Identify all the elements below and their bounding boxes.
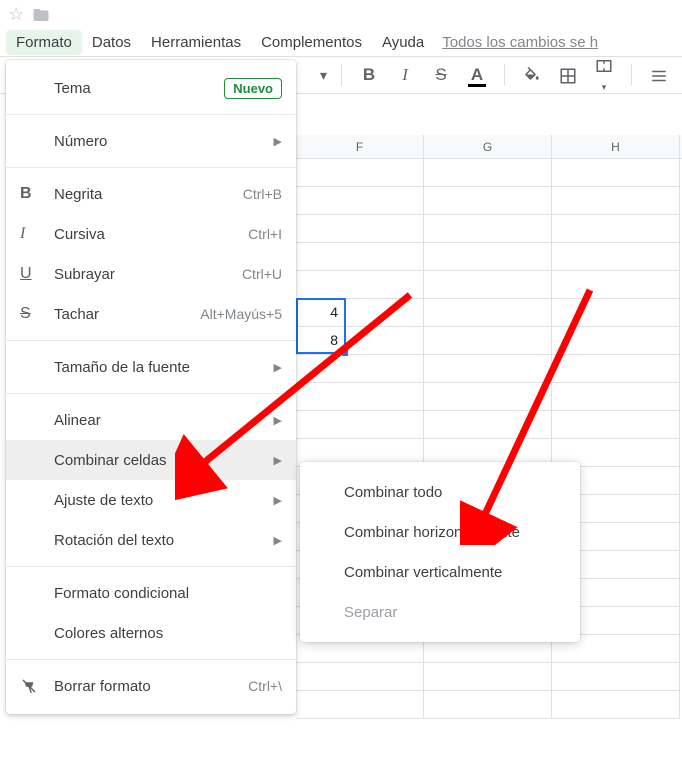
menu-ayuda[interactable]: Ayuda: [372, 30, 434, 55]
save-status[interactable]: Todos los cambios se h: [442, 34, 598, 51]
menu-label: Borrar formato: [54, 678, 248, 695]
shortcut: Ctrl+U: [242, 266, 282, 282]
merge-horizontal[interactable]: Combinar horizontalmente: [300, 512, 580, 552]
col-header[interactable]: F: [296, 135, 424, 158]
menu-label: Cursiva: [54, 226, 248, 243]
col-header[interactable]: G: [424, 135, 552, 158]
menu-label: Alinear: [54, 412, 266, 429]
menubar: Formato Datos Herramientas Complementos …: [0, 28, 682, 56]
toolbar-dropdown-icon[interactable]: ▾: [320, 67, 327, 84]
menu-numero[interactable]: Número ▶: [6, 121, 296, 161]
italic-button[interactable]: I: [392, 65, 418, 85]
menu-label: Ajuste de texto: [54, 492, 266, 509]
menu-herramientas[interactable]: Herramientas: [141, 30, 251, 55]
cell-value: 4: [298, 300, 344, 328]
menu-label: Rotación del texto: [54, 532, 266, 549]
menu-label: Colores alternos: [54, 625, 282, 642]
menu-tachar[interactable]: S Tachar Alt+Mayús+5: [6, 294, 296, 334]
grid[interactable]: [296, 159, 682, 760]
italic-icon: I: [20, 225, 54, 243]
menu-borrar-formato[interactable]: Borrar formato Ctrl+\: [6, 666, 296, 706]
submenu-arrow-icon: ▶: [274, 135, 282, 148]
menu-label: Tamaño de la fuente: [54, 359, 266, 376]
menu-combinar-celdas[interactable]: Combinar celdas ▶: [6, 440, 296, 480]
column-headers: F G H: [296, 135, 682, 159]
shortcut: Ctrl+\: [248, 678, 282, 694]
cell-value: 8: [298, 328, 344, 356]
menu-colores-alternos[interactable]: Colores alternos: [6, 613, 296, 653]
strike-icon: S: [20, 305, 54, 323]
menu-label: Tachar: [54, 306, 200, 323]
menu-label: Negrita: [54, 186, 243, 203]
menu-label: Combinar celdas: [54, 452, 266, 469]
folder-icon[interactable]: [32, 4, 50, 25]
star-icon[interactable]: ☆: [8, 4, 24, 25]
bold-button[interactable]: B: [356, 65, 382, 85]
menu-label: Tema: [54, 80, 224, 97]
menu-label: Número: [54, 133, 266, 150]
col-header[interactable]: H: [552, 135, 680, 158]
shortcut: Ctrl+B: [243, 186, 282, 202]
submenu-arrow-icon: ▶: [274, 494, 282, 507]
merge-button[interactable]: ▾: [591, 55, 617, 95]
merge-separate: Separar: [300, 592, 580, 632]
selection-handle[interactable]: [342, 350, 348, 356]
shortcut: Ctrl+I: [248, 226, 282, 242]
menu-subrayar[interactable]: U Subrayar Ctrl+U: [6, 254, 296, 294]
menu-cursiva[interactable]: I Cursiva Ctrl+I: [6, 214, 296, 254]
menu-tema[interactable]: Tema Nuevo: [6, 68, 296, 108]
menu-label: Formato condicional: [54, 585, 282, 602]
selection[interactable]: 4 8: [296, 298, 346, 354]
menu-alinear[interactable]: Alinear ▶: [6, 400, 296, 440]
fillcolor-button[interactable]: [519, 65, 545, 85]
menu-rotacion-texto[interactable]: Rotación del texto ▶: [6, 520, 296, 560]
menu-tamano-fuente[interactable]: Tamaño de la fuente ▶: [6, 347, 296, 387]
menu-formato-condicional[interactable]: Formato condicional: [6, 573, 296, 613]
strike-button[interactable]: S: [428, 65, 454, 85]
merge-all[interactable]: Combinar todo: [300, 472, 580, 512]
shortcut: Alt+Mayús+5: [200, 306, 282, 322]
menu-negrita[interactable]: B Negrita Ctrl+B: [6, 174, 296, 214]
clear-format-icon: [20, 677, 54, 695]
submenu-arrow-icon: ▶: [274, 534, 282, 547]
submenu-arrow-icon: ▶: [274, 454, 282, 467]
textcolor-button[interactable]: A: [464, 65, 490, 85]
format-menu: Tema Nuevo Número ▶ B Negrita Ctrl+B I C…: [6, 60, 296, 714]
underline-icon: U: [20, 265, 54, 283]
bold-icon: B: [20, 185, 54, 203]
merge-vertical[interactable]: Combinar verticalmente: [300, 552, 580, 592]
align-button[interactable]: [646, 65, 672, 85]
menu-formato[interactable]: Formato: [6, 30, 82, 55]
merge-submenu: Combinar todo Combinar horizontalmente C…: [300, 462, 580, 642]
submenu-arrow-icon: ▶: [274, 414, 282, 427]
menu-label: Subrayar: [54, 266, 242, 283]
menu-complementos[interactable]: Complementos: [251, 30, 372, 55]
menu-ajuste-texto[interactable]: Ajuste de texto ▶: [6, 480, 296, 520]
borders-button[interactable]: [555, 65, 581, 85]
submenu-arrow-icon: ▶: [274, 361, 282, 374]
menu-datos[interactable]: Datos: [82, 30, 141, 55]
nuevo-badge: Nuevo: [224, 78, 282, 99]
